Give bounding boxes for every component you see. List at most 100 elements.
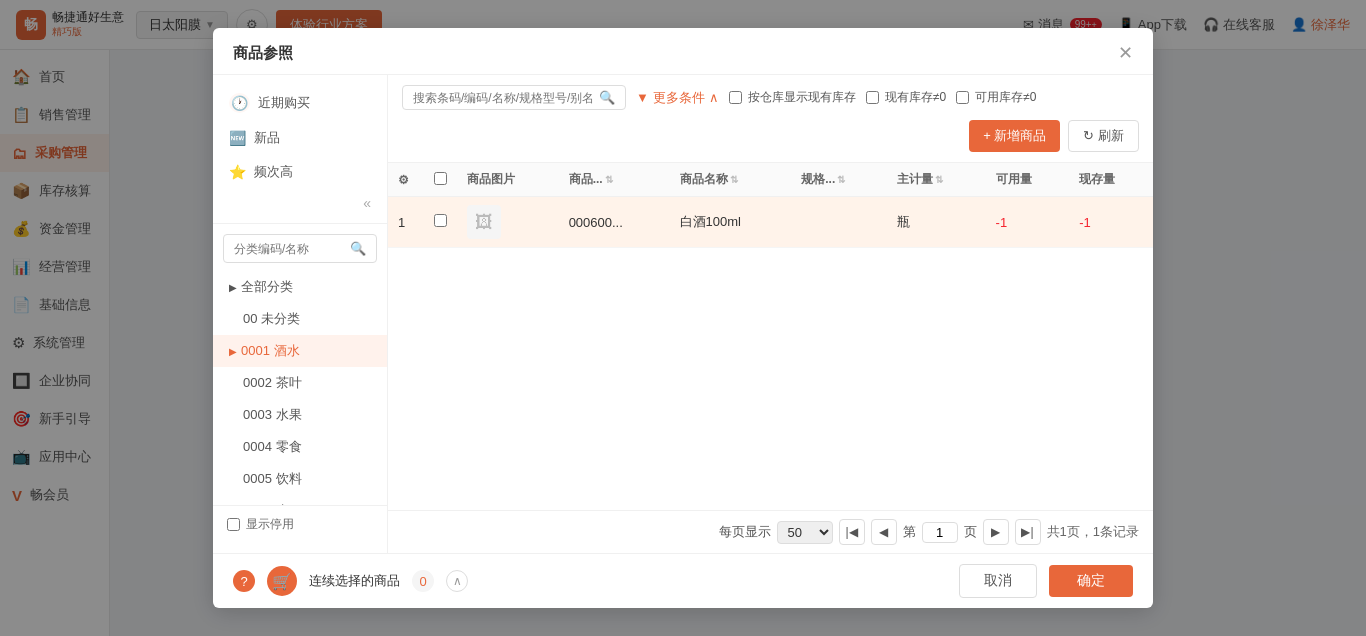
first-page-button[interactable]: |◀	[839, 519, 865, 545]
star-icon: ⭐	[229, 164, 246, 180]
col-checkbox[interactable]	[424, 163, 457, 197]
filter-icon: ▼	[636, 90, 649, 105]
modal-footer: ? 🛒 连续选择的商品 0 ∧ 取消 确定	[213, 553, 1153, 608]
cart-icon[interactable]: 🛒	[267, 566, 297, 596]
modal-header: 商品参照 ✕	[213, 28, 1153, 75]
cell-spec	[791, 197, 887, 248]
cell-unit: 瓶	[887, 197, 986, 248]
filter-collapse-icon: ∧	[709, 90, 719, 105]
quick-item-new[interactable]: 🆕 新品	[213, 121, 387, 155]
page-suffix-label: 页	[964, 523, 977, 541]
next-page-button[interactable]: ▶	[983, 519, 1009, 545]
row-checkbox[interactable]	[434, 214, 447, 227]
col-unit[interactable]: 主计量⇅	[887, 163, 986, 197]
product-image: 🖼	[467, 205, 501, 239]
cell-current: -1	[1069, 197, 1153, 248]
cell-code: 000600...	[559, 197, 670, 248]
modal-overlay: 商品参照 ✕ 🕐 近期购买 🆕 新品 ⭐ 频次高	[0, 0, 1366, 636]
table-row[interactable]: 1 🖼 000600... 白酒100ml 瓶	[388, 197, 1153, 248]
select-all-checkbox[interactable]	[434, 172, 447, 185]
help-icon: ?	[240, 574, 247, 589]
quick-item-recent[interactable]: 🕐 近期购买	[213, 85, 387, 121]
available-stock-checkbox-label[interactable]: 可用库存≠0	[956, 89, 1036, 106]
expand-icon: ▶	[229, 346, 237, 357]
settings-icon: ⚙	[398, 173, 409, 187]
category-00[interactable]: 00 未分类	[213, 303, 387, 335]
col-name[interactable]: 商品名称⇅	[670, 163, 792, 197]
by-warehouse-checkbox-label[interactable]: 按仓库显示现有库存	[729, 89, 856, 106]
current-stock-checkbox-label[interactable]: 现有库存≠0	[866, 89, 946, 106]
cell-checkbox[interactable]	[424, 197, 457, 248]
category-label: 0005 饮料	[243, 470, 302, 488]
modal-left-panel: 🕐 近期购买 🆕 新品 ⭐ 频次高 «	[213, 75, 388, 553]
toolbar-right: + 新增商品 ↻ 刷新	[969, 120, 1139, 152]
cell-name: 白酒100ml	[670, 197, 792, 248]
pagination: 每页显示 50 100 200 |◀ ◀ 第 页 ▶ ▶| 共1页，1条记录	[388, 510, 1153, 553]
product-table-area: ⚙ 商品图片 商品...⇅ 商品名称⇅ 规格...⇅ 主计量⇅ 可用	[388, 163, 1153, 510]
show-disabled-label[interactable]: 显示停用	[227, 516, 373, 533]
product-search-input[interactable]	[413, 91, 593, 105]
last-page-button[interactable]: ▶|	[1015, 519, 1041, 545]
category-0005[interactable]: 0005 饮料	[213, 463, 387, 495]
product-table: ⚙ 商品图片 商品...⇅ 商品名称⇅ 规格...⇅ 主计量⇅ 可用	[388, 163, 1153, 248]
product-search-bar[interactable]: 🔍	[402, 85, 626, 110]
up-icon: ∧	[453, 574, 462, 588]
show-disabled-checkbox[interactable]	[227, 518, 240, 531]
category-label: 00 未分类	[243, 310, 300, 328]
modal-body: 🕐 近期购买 🆕 新品 ⭐ 频次高 «	[213, 75, 1153, 553]
per-page-label: 每页显示	[719, 523, 771, 541]
col-available: 可用量	[986, 163, 1070, 197]
confirm-button[interactable]: 确定	[1049, 565, 1133, 597]
category-0003[interactable]: 0003 水果	[213, 399, 387, 431]
modal-toolbar: 🔍 ▼ 更多条件 ∧ 按仓库显示现有库存 现有库存≠0	[388, 75, 1153, 163]
category-label: 0002 茶叶	[243, 374, 302, 392]
cell-rownum: 1	[388, 197, 424, 248]
add-product-button[interactable]: + 新增商品	[969, 120, 1060, 152]
current-stock-checkbox[interactable]	[866, 91, 879, 104]
page-input[interactable]	[922, 522, 958, 543]
product-reference-modal: 商品参照 ✕ 🕐 近期购买 🆕 新品 ⭐ 频次高	[213, 28, 1153, 608]
category-all[interactable]: ▶ 全部分类	[213, 271, 387, 303]
prev-page-button[interactable]: ◀	[871, 519, 897, 545]
quick-item-frequent[interactable]: ⭐ 频次高	[213, 155, 387, 189]
cart-count: 0	[412, 570, 434, 592]
divider	[213, 223, 387, 224]
category-search-bar[interactable]: 🔍	[223, 234, 377, 263]
modal-right-panel: 🔍 ▼ 更多条件 ∧ 按仓库显示现有库存 现有库存≠0	[388, 75, 1153, 553]
category-label: 0003 水果	[243, 406, 302, 424]
category-tree: ▶ 全部分类 00 未分类 ▶ 0001 酒水 0002 茶叶	[213, 267, 387, 505]
category-label: 0001 酒水	[241, 342, 300, 360]
category-0004[interactable]: 0004 零食	[213, 431, 387, 463]
cancel-button[interactable]: 取消	[959, 564, 1037, 598]
col-spec[interactable]: 规格...⇅	[791, 163, 887, 197]
category-0001[interactable]: ▶ 0001 酒水	[213, 335, 387, 367]
refresh-button[interactable]: ↻ 刷新	[1068, 120, 1139, 152]
search-icon: 🔍	[350, 241, 366, 256]
category-search-input[interactable]	[234, 242, 344, 256]
category-label: 0004 零食	[243, 438, 302, 456]
cell-image: 🖼	[457, 197, 559, 248]
collapse-panel-button[interactable]: «	[355, 191, 379, 215]
available-stock-checkbox[interactable]	[956, 91, 969, 104]
col-settings[interactable]: ⚙	[388, 163, 424, 197]
table-body: 1 🖼 000600... 白酒100ml 瓶	[388, 197, 1153, 248]
more-filter-button[interactable]: ▼ 更多条件 ∧	[636, 89, 719, 107]
cart-label: 连续选择的商品	[309, 572, 400, 590]
search-icon: 🔍	[599, 90, 615, 105]
modal-title: 商品参照	[233, 44, 293, 63]
modal-close-button[interactable]: ✕	[1118, 42, 1133, 64]
by-warehouse-checkbox[interactable]	[729, 91, 742, 104]
col-image: 商品图片	[457, 163, 559, 197]
collapse-row: «	[213, 189, 387, 217]
col-current: 现存量	[1069, 163, 1153, 197]
cell-available: -1	[986, 197, 1070, 248]
table-header: ⚙ 商品图片 商品...⇅ 商品名称⇅ 规格...⇅ 主计量⇅ 可用	[388, 163, 1153, 197]
per-page-select[interactable]: 50 100 200	[777, 521, 833, 544]
category-0008[interactable]: 0008 水	[213, 495, 387, 505]
col-code[interactable]: 商品...⇅	[559, 163, 670, 197]
help-button[interactable]: ?	[233, 570, 255, 592]
cart-collapse-button[interactable]: ∧	[446, 570, 468, 592]
page-text-label: 第	[903, 523, 916, 541]
category-0002[interactable]: 0002 茶叶	[213, 367, 387, 399]
cart-symbol: 🛒	[272, 572, 292, 591]
